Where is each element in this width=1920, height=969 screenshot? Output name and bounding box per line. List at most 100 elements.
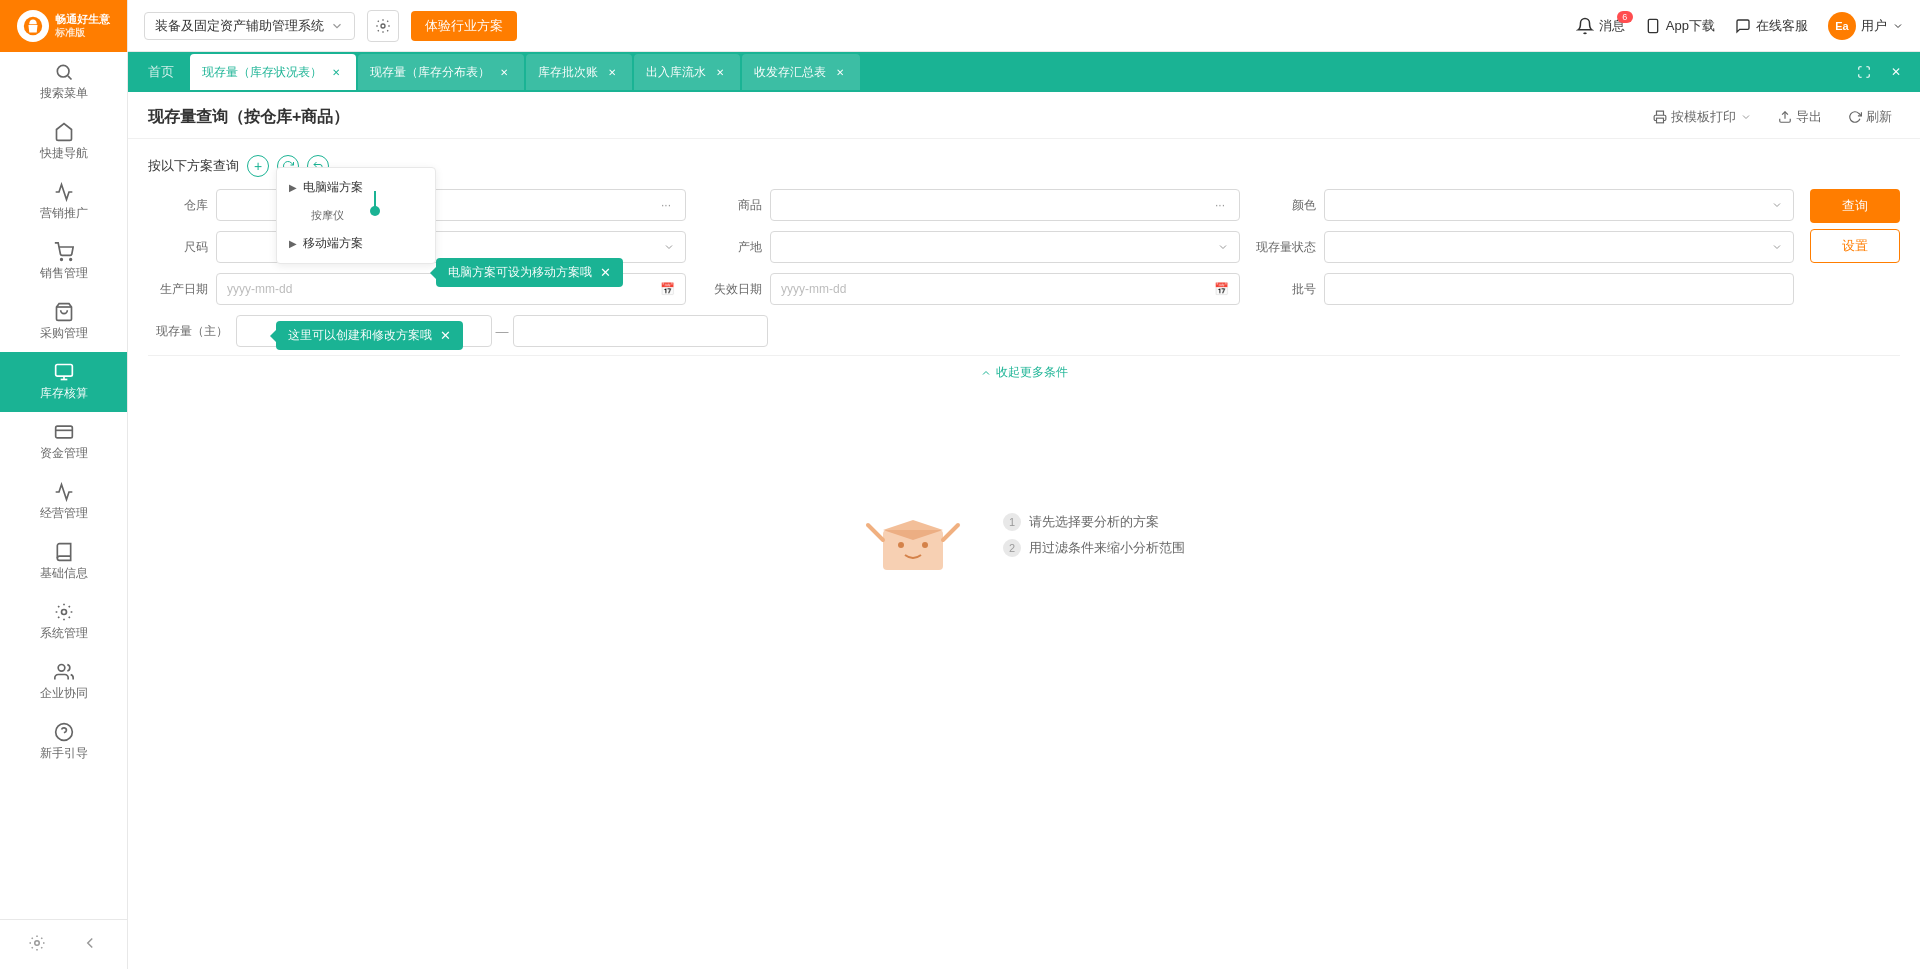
system-selector[interactable]: 装备及固定资产辅助管理系统 — [144, 12, 355, 40]
page-header: 现存量查询（按仓库+商品） 按模板打印 导出 刷新 — [128, 92, 1920, 139]
tab-close-batch[interactable]: ✕ — [604, 64, 620, 80]
scheme-tooltip-close[interactable]: ✕ — [600, 265, 611, 280]
sidebar-item-marketing[interactable]: 营销推广 — [0, 172, 127, 232]
sidebar: 畅通好生意 标准版 搜索菜单 快捷导航 营销推广 销售管理 采购管理 库存核算 — [0, 0, 128, 969]
svg-point-3 — [60, 259, 62, 261]
tab-summary[interactable]: 收发存汇总表 ✕ — [742, 54, 860, 90]
filter-col2: 商品 ··· 产地 — [702, 189, 1240, 315]
sidebar-item-inventory[interactable]: 库存核算 — [0, 352, 127, 412]
header-right: 消息 6 App下载 在线客服 Ea 用户 — [1576, 12, 1904, 40]
scheme-tree-panel: ▶ 电脑端方案 按摩仪 ▶ 移动端方案 — [276, 167, 436, 264]
scheme-tooltip-bubble: 电脑方案可设为移动方案哦 ✕ — [436, 258, 623, 287]
tab-inventory-status[interactable]: 现存量（库存状况表） ✕ — [190, 54, 356, 90]
tab-close-flow[interactable]: ✕ — [712, 64, 728, 80]
tab-close-inventory-status[interactable]: ✕ — [328, 64, 344, 80]
page-title: 现存量查询（按仓库+商品） — [148, 107, 349, 128]
sidebar-item-search[interactable]: 搜索菜单 — [0, 52, 127, 112]
sidebar-item-sales[interactable]: 销售管理 — [0, 232, 127, 292]
tab-inventory-dist[interactable]: 现存量（库存分布表） ✕ — [358, 54, 524, 90]
sidebar-item-basic[interactable]: 基础信息 — [0, 532, 127, 592]
filter-field-batch: 批号 — [1256, 273, 1794, 305]
sidebar-item-guide[interactable]: 新手引导 — [0, 712, 127, 772]
sidebar-nav: 搜索菜单 快捷导航 营销推广 销售管理 采购管理 库存核算 资金管理 经营管理 — [0, 52, 127, 919]
user-avatar: Ea — [1828, 12, 1856, 40]
page-content: 现存量查询（按仓库+商品） 按模板打印 导出 刷新 — [128, 92, 1920, 969]
app-download-btn[interactable]: App下载 — [1645, 17, 1715, 35]
sidebar-collapse-btn[interactable] — [77, 930, 103, 959]
mobile-tooltip-close[interactable]: ✕ — [440, 328, 451, 343]
logo-text: 畅通好生意 标准版 — [55, 13, 110, 38]
origin-select[interactable] — [770, 231, 1240, 263]
mobile-tooltip-bubble: 这里可以创建和修改方案哦 ✕ — [276, 321, 463, 350]
goods-select[interactable]: ··· — [770, 189, 1240, 221]
template-print-btn[interactable]: 按模板打印 — [1645, 104, 1760, 130]
notification-btn[interactable]: 消息 6 — [1576, 17, 1625, 35]
search-btn[interactable]: 查询 — [1810, 189, 1900, 223]
svg-point-4 — [69, 259, 71, 261]
sidebar-item-enterprise[interactable]: 企业协同 — [0, 652, 127, 712]
main-area: 装备及固定资产辅助管理系统 体验行业方案 消息 6 App下载 在线客服 — [128, 0, 1920, 969]
svg-point-12 — [58, 665, 65, 672]
stock-main-max-input[interactable] — [513, 315, 769, 347]
sidebar-item-purchase[interactable]: 采购管理 — [0, 292, 127, 352]
expire-date-input[interactable]: yyyy-mm-dd 📅 — [770, 273, 1240, 305]
setting-btn[interactable]: 设置 — [1810, 229, 1900, 263]
svg-line-2 — [67, 76, 71, 80]
tab-close-all-btn[interactable]: ✕ — [1884, 60, 1908, 84]
tab-maximize-btn[interactable] — [1852, 60, 1876, 84]
tab-batch-account[interactable]: 库存批次账 ✕ — [526, 54, 632, 90]
empty-illustration — [863, 485, 963, 585]
stock-status-select[interactable] — [1324, 231, 1794, 263]
logo-icon — [17, 10, 49, 42]
sidebar-item-system[interactable]: 系统管理 — [0, 592, 127, 652]
empty-state: 1 请先选择要分析的方案 2 用过滤条件来缩小分析范围 — [128, 405, 1920, 665]
sidebar-settings-btn[interactable] — [24, 930, 50, 959]
top-header: 装备及固定资产辅助管理系统 体验行业方案 消息 6 App下载 在线客服 — [128, 0, 1920, 52]
collapse-bar[interactable]: 收起更多条件 — [148, 355, 1900, 389]
tab-in-out-flow[interactable]: 出入库流水 ✕ — [634, 54, 740, 90]
expire-date-calendar-icon[interactable]: 📅 — [1214, 282, 1229, 296]
sidebar-item-operations[interactable]: 经营管理 — [0, 472, 127, 532]
online-service-btn[interactable]: 在线客服 — [1735, 17, 1808, 35]
export-btn[interactable]: 导出 — [1770, 104, 1830, 130]
tab-controls: ✕ — [1852, 60, 1916, 84]
batch-input[interactable] — [1324, 273, 1794, 305]
filter-area: 按以下方案查询 + ▶ 电脑端方案 按摩仪 — [128, 139, 1920, 405]
sidebar-logo[interactable]: 畅通好生意 标准版 — [0, 0, 127, 52]
filter-field-goods: 商品 ··· — [702, 189, 1240, 221]
scheme-connector — [374, 191, 376, 207]
produce-date-calendar-icon[interactable]: 📅 — [660, 282, 675, 296]
settings-button[interactable] — [367, 10, 399, 42]
industry-button[interactable]: 体验行业方案 — [411, 11, 517, 41]
scheme-tree-subitem[interactable]: 按摩仪 — [299, 203, 435, 228]
scheme-dot — [370, 206, 380, 216]
svg-rect-9 — [55, 426, 72, 438]
scheme-tree-item-mobile[interactable]: ▶ 移动端方案 — [277, 228, 435, 259]
filter-field-stock-status: 现存量状态 — [1256, 231, 1794, 263]
svg-line-24 — [868, 525, 883, 540]
svg-point-16 — [381, 24, 385, 28]
refresh-btn[interactable]: 刷新 — [1840, 104, 1900, 130]
user-menu[interactable]: Ea 用户 — [1828, 12, 1904, 40]
svg-rect-19 — [1657, 118, 1664, 123]
filter-add-scheme-btn[interactable]: + — [247, 155, 269, 177]
empty-tip-1: 1 请先选择要分析的方案 — [1003, 513, 1185, 531]
filter-field-origin: 产地 — [702, 231, 1240, 263]
filter-field-expire-date: 失效日期 yyyy-mm-dd 📅 — [702, 273, 1240, 305]
tab-close-inventory-dist[interactable]: ✕ — [496, 64, 512, 80]
filter-field-color: 颜色 — [1256, 189, 1794, 221]
svg-point-23 — [922, 542, 928, 548]
svg-point-22 — [898, 542, 904, 548]
filter-col3: 颜色 现存量状态 — [1256, 189, 1794, 315]
tab-home[interactable]: 首页 — [132, 52, 190, 92]
scheme-tree-item-desktop[interactable]: ▶ 电脑端方案 — [277, 172, 435, 203]
search-buttons: 查询 设置 — [1810, 189, 1900, 263]
tab-close-summary[interactable]: ✕ — [832, 64, 848, 80]
color-select[interactable] — [1324, 189, 1794, 221]
svg-rect-6 — [55, 365, 72, 377]
sidebar-item-finance[interactable]: 资金管理 — [0, 412, 127, 472]
svg-point-15 — [35, 941, 40, 946]
svg-point-11 — [61, 610, 66, 615]
svg-line-25 — [943, 525, 958, 540]
sidebar-item-quicknav[interactable]: 快捷导航 — [0, 112, 127, 172]
